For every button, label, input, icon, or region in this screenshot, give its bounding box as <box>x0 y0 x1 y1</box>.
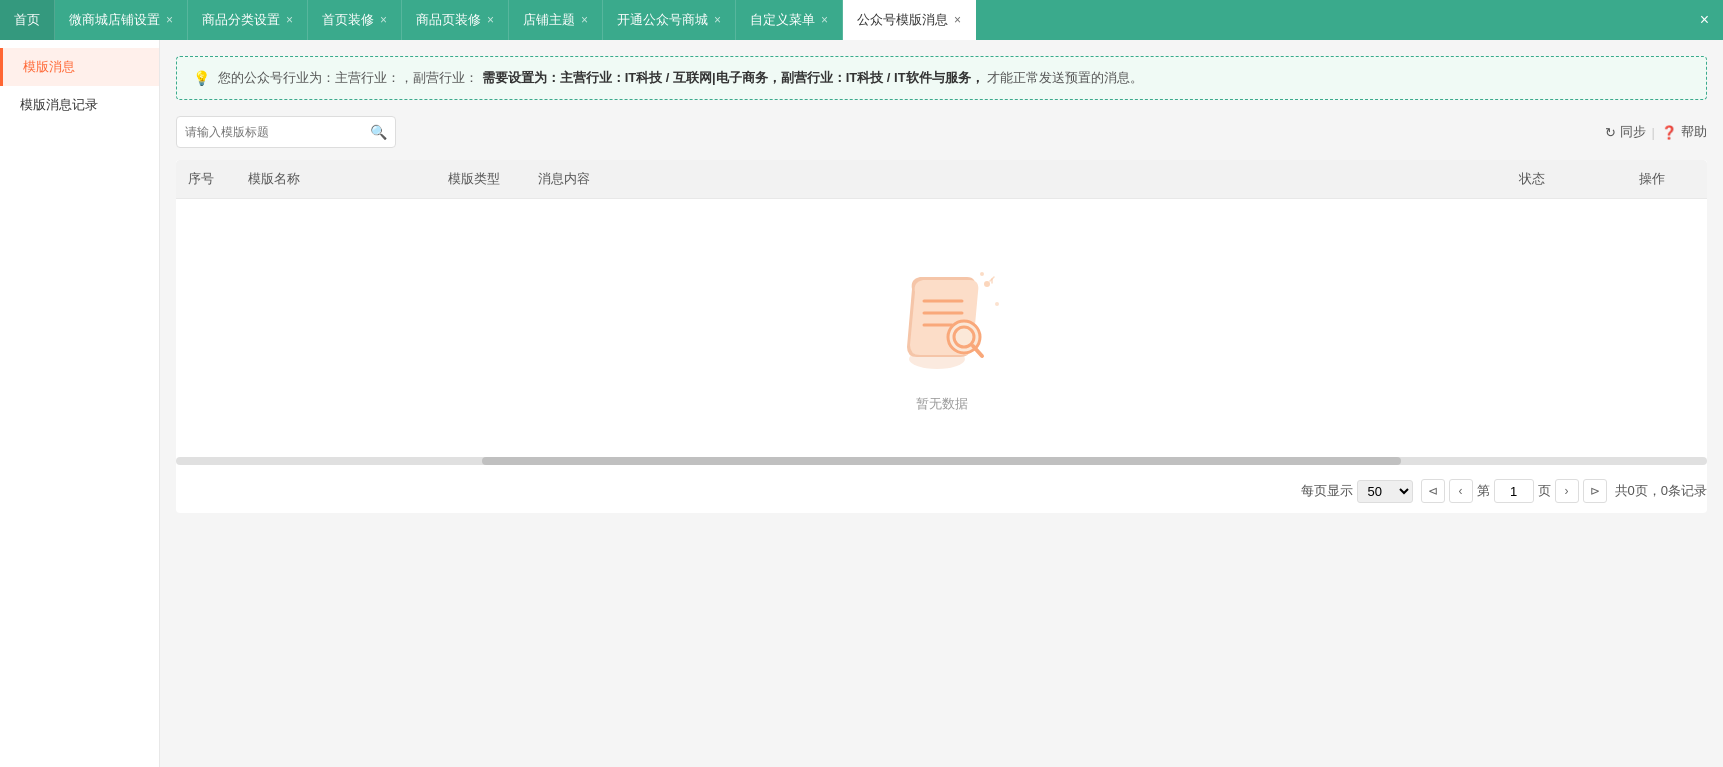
nav-tab-custom-menu[interactable]: 自定义菜单 × <box>736 0 843 40</box>
col-template-type: 模版类型 <box>436 160 526 199</box>
col-template-name: 模版名称 <box>236 160 436 199</box>
empty-state: 暂无数据 <box>176 199 1707 453</box>
page-input: 第 页 <box>1477 479 1551 503</box>
nav-tab-category-settings[interactable]: 商品分类设置 × <box>188 0 308 40</box>
nav-tab-product-decoration-close[interactable]: × <box>487 13 494 27</box>
nav-tab-template-message-label: 公众号模版消息 <box>857 11 948 29</box>
notice-banner: 💡 您的公众号行业为：主营行业：，副营行业： 需要设置为：主营行业：IT科技 /… <box>176 56 1707 100</box>
total-info: 共0页，0条记录 <box>1615 482 1707 500</box>
sync-icon: ↻ <box>1605 125 1616 140</box>
top-nav: 首页 微商城店铺设置 × 商品分类设置 × 首页装修 × 商品页装修 × 店铺主… <box>0 0 1723 40</box>
empty-text: 暂无数据 <box>916 395 968 413</box>
sync-label: 同步 <box>1620 123 1646 141</box>
sidebar: 模版消息 模版消息记录 <box>0 40 160 767</box>
nav-tab-home-decoration-close[interactable]: × <box>380 13 387 27</box>
prev-page-button[interactable]: ‹ <box>1449 479 1473 503</box>
search-input[interactable] <box>185 125 370 139</box>
close-all-button[interactable]: × <box>1686 11 1723 29</box>
content-area: 💡 您的公众号行业为：主营行业：，副营行业： 需要设置为：主营行业：IT科技 /… <box>160 40 1723 767</box>
nav-tab-category-settings-label: 商品分类设置 <box>202 11 280 29</box>
page-nav: ⊲ ‹ 第 页 › ⊳ <box>1421 479 1607 503</box>
page-number-input[interactable] <box>1494 479 1534 503</box>
table-header-row: 序号 模版名称 模版类型 消息内容 状态 操作 <box>176 160 1707 199</box>
notice-text: 您的公众号行业为：主营行业：，副营行业： 需要设置为：主营行业：IT科技 / 互… <box>218 69 1143 87</box>
page-label-suffix: 页 <box>1538 482 1551 500</box>
toolbar-right: ↻ 同步 | ❓ 帮助 <box>1605 123 1707 141</box>
nav-tab-shop-settings[interactable]: 微商城店铺设置 × <box>55 0 188 40</box>
col-message-content: 消息内容 <box>526 160 1507 199</box>
nav-tab-category-settings-close[interactable]: × <box>286 13 293 27</box>
nav-tab-shop-settings-label: 微商城店铺设置 <box>69 11 160 29</box>
nav-tab-home-decoration[interactable]: 首页装修 × <box>308 0 402 40</box>
help-button[interactable]: ❓ 帮助 <box>1661 123 1707 141</box>
empty-state-icon <box>882 259 1002 379</box>
next-page-button[interactable]: › <box>1555 479 1579 503</box>
sync-button[interactable]: ↻ 同步 <box>1605 123 1646 141</box>
svg-point-7 <box>984 281 990 287</box>
notice-icon: 💡 <box>193 70 210 86</box>
nav-tab-open-wechat-label: 开通公众号商城 <box>617 11 708 29</box>
page-size-select: 每页显示 50 10 20 100 <box>1301 480 1413 503</box>
nav-tab-shop-theme-label: 店铺主题 <box>523 11 575 29</box>
col-actions: 操作 <box>1627 160 1707 199</box>
nav-tab-home-decoration-label: 首页装修 <box>322 11 374 29</box>
col-status: 状态 <box>1507 160 1627 199</box>
data-table: 序号 模版名称 模版类型 消息内容 状态 操作 <box>176 160 1707 453</box>
page-size-dropdown[interactable]: 50 10 20 100 <box>1357 480 1413 503</box>
nav-tab-shop-theme-close[interactable]: × <box>581 13 588 27</box>
help-label: 帮助 <box>1681 123 1707 141</box>
nav-tab-home[interactable]: 首页 <box>0 0 55 40</box>
nav-tab-template-message[interactable]: 公众号模版消息 × <box>843 0 976 40</box>
sidebar-item-template-message-records[interactable]: 模版消息记录 <box>0 86 159 124</box>
svg-point-8 <box>995 302 999 306</box>
nav-tab-open-wechat-close[interactable]: × <box>714 13 721 27</box>
svg-point-9 <box>980 272 984 276</box>
search-box[interactable]: 🔍 <box>176 116 396 148</box>
col-seq: 序号 <box>176 160 236 199</box>
page-label-prefix: 第 <box>1477 482 1490 500</box>
pagination-row: 每页显示 50 10 20 100 ⊲ ‹ 第 页 <box>176 469 1707 513</box>
nav-tab-shop-theme[interactable]: 店铺主题 × <box>509 0 603 40</box>
table-empty-row: 暂无数据 <box>176 199 1707 454</box>
nav-tab-home-label: 首页 <box>14 11 40 29</box>
notice-highlight: 需要设置为：主营行业：IT科技 / 互联网|电子商务，副营行业：IT科技 / I… <box>482 70 984 85</box>
horizontal-scrollbar[interactable] <box>176 457 1707 465</box>
nav-tab-product-decoration[interactable]: 商品页装修 × <box>402 0 509 40</box>
scrollbar-thumb[interactable] <box>482 457 1401 465</box>
search-icon[interactable]: 🔍 <box>370 124 387 140</box>
sidebar-item-template-message[interactable]: 模版消息 <box>0 48 159 86</box>
main-layout: 模版消息 模版消息记录 💡 您的公众号行业为：主营行业：，副营行业： 需要设置为… <box>0 40 1723 767</box>
nav-tab-open-wechat[interactable]: 开通公众号商城 × <box>603 0 736 40</box>
last-page-button[interactable]: ⊳ <box>1583 479 1607 503</box>
nav-tab-product-decoration-label: 商品页装修 <box>416 11 481 29</box>
sidebar-item-template-message-label: 模版消息 <box>23 59 75 74</box>
first-page-button[interactable]: ⊲ <box>1421 479 1445 503</box>
page-size-label: 每页显示 <box>1301 482 1353 500</box>
nav-tab-custom-menu-close[interactable]: × <box>821 13 828 27</box>
toolbar-divider: | <box>1652 125 1655 140</box>
toolbar-row: 🔍 ↻ 同步 | ❓ 帮助 <box>176 116 1707 148</box>
table-container: 序号 模版名称 模版类型 消息内容 状态 操作 <box>176 160 1707 513</box>
nav-tab-template-message-close[interactable]: × <box>954 13 961 27</box>
help-icon: ❓ <box>1661 125 1677 140</box>
sidebar-item-template-message-records-label: 模版消息记录 <box>20 97 98 112</box>
nav-tab-shop-settings-close[interactable]: × <box>166 13 173 27</box>
nav-tab-custom-menu-label: 自定义菜单 <box>750 11 815 29</box>
